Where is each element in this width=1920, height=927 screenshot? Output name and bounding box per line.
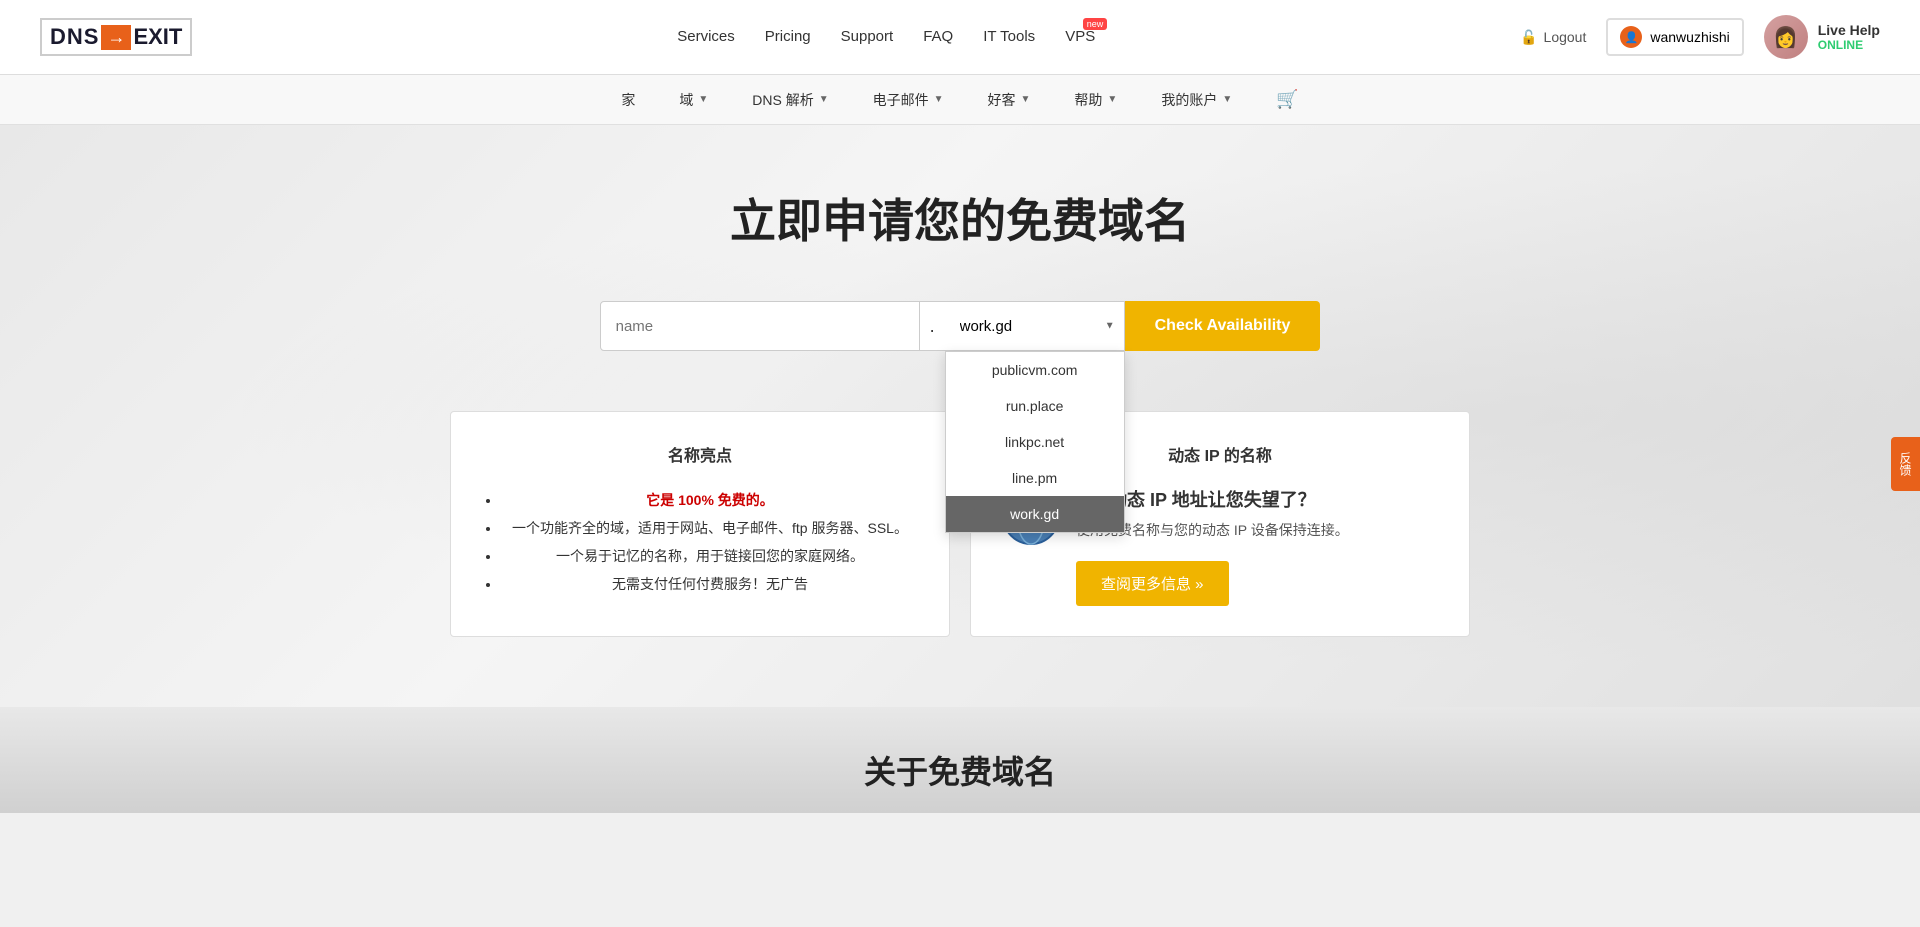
logo-exit-text: EXIT <box>133 24 182 50</box>
hosting-label: 好客 <box>988 90 1016 110</box>
username-label: wanwuzhishi <box>1650 29 1729 45</box>
live-help-button[interactable]: 👩 Live Help ONLINE <box>1764 15 1880 59</box>
logo-dns-text: DNS <box>50 24 99 50</box>
logout-label: Logout <box>1544 29 1587 45</box>
search-bar: . publicvm.com run.place linkpc.net line… <box>20 301 1900 351</box>
logo-area: DNS → EXIT <box>40 18 192 56</box>
top-nav-links: Services Pricing Support FAQ IT Tools VP… <box>677 28 1095 46</box>
more-info-button[interactable]: 查阅更多信息 » <box>1076 561 1229 606</box>
hero-section: 立即申请您的免费域名 . publicvm.com run.place link… <box>0 125 1920 707</box>
top-nav-right: 🔓 Logout 👤 wanwuzhishi 👩 Live Help ONLIN… <box>1520 15 1880 59</box>
logout-button[interactable]: 🔓 Logout <box>1520 29 1586 46</box>
feature-highlight-text: 它是 100% 免费的。 <box>646 492 774 508</box>
help-label: 帮助 <box>1074 90 1102 110</box>
feature-item-3: 一个易于记忆的名称，用于链接回您的家庭网络。 <box>501 542 919 570</box>
live-help-title: Live Help <box>1818 22 1880 38</box>
feature-item-4: 无需支付任何付费服务！无广告 <box>501 570 919 598</box>
dot-separator: . <box>920 301 945 351</box>
secondary-navigation: 家 域 ▼ DNS 解析 ▼ 电子邮件 ▼ 好客 ▼ 帮助 ▼ 我的账户 ▼ 🛒 <box>0 75 1920 125</box>
live-help-avatar: 👩 <box>1764 15 1808 59</box>
nav-faq[interactable]: FAQ <box>923 28 953 46</box>
dropdown-option-publicvm[interactable]: publicvm.com <box>946 352 1124 388</box>
logo[interactable]: DNS → EXIT <box>40 18 192 56</box>
dns-label: DNS 解析 <box>752 90 813 110</box>
nav-pricing[interactable]: Pricing <box>765 28 811 46</box>
nav-it-tools[interactable]: IT Tools <box>983 28 1035 46</box>
live-help-text: Live Help ONLINE <box>1818 22 1880 52</box>
sec-nav-help[interactable]: 帮助 ▼ <box>1052 75 1139 125</box>
sec-nav-domain[interactable]: 域 ▼ <box>657 75 730 125</box>
domain-extension-select[interactable]: publicvm.com run.place linkpc.net line.p… <box>945 301 1125 351</box>
domain-label: 域 <box>679 90 693 110</box>
sec-nav-email[interactable]: 电子邮件 ▼ <box>851 75 966 125</box>
features-card-title: 名称亮点 <box>481 442 919 466</box>
dns-chevron-icon: ▼ <box>819 94 829 105</box>
domain-dropdown-menu: publicvm.com run.place linkpc.net line.p… <box>945 351 1125 533</box>
features-card: 名称亮点 它是 100% 免费的。 一个功能齐全的域，适用于网站、电子邮件、ft… <box>450 411 950 637</box>
sec-nav-home[interactable]: 家 <box>599 75 657 125</box>
dropdown-option-runplace[interactable]: run.place <box>946 388 1124 424</box>
live-help-status: ONLINE <box>1818 38 1880 52</box>
home-label: 家 <box>621 90 635 110</box>
vps-new-badge: new <box>1083 18 1108 30</box>
nav-services[interactable]: Services <box>677 28 735 46</box>
sec-nav-hosting[interactable]: 好客 ▼ <box>966 75 1053 125</box>
nav-support[interactable]: Support <box>841 28 894 46</box>
feature-item-1: 它是 100% 免费的。 <box>501 486 919 514</box>
nav-vps[interactable]: VPS new <box>1065 28 1095 46</box>
bottom-section: 关于免费域名 <box>0 707 1920 813</box>
account-label: 我的账户 <box>1161 90 1217 110</box>
account-chevron-icon: ▼ <box>1222 94 1232 105</box>
sec-nav-cart[interactable]: 🛒 <box>1254 75 1320 125</box>
logout-icon: 🔓 <box>1520 29 1537 46</box>
domain-name-input[interactable] <box>600 301 920 351</box>
top-navigation: DNS → EXIT Services Pricing Support FAQ … <box>0 0 1920 75</box>
sec-nav-account[interactable]: 我的账户 ▼ <box>1139 75 1254 125</box>
dropdown-option-workgd[interactable]: work.gd <box>946 496 1124 532</box>
user-account-button[interactable]: 👤 wanwuzhishi <box>1606 18 1743 56</box>
bottom-title: 关于免费域名 <box>160 747 1760 793</box>
domain-chevron-icon: ▼ <box>698 94 708 105</box>
dropdown-option-linepm[interactable]: line.pm <box>946 460 1124 496</box>
help-chevron-icon: ▼ <box>1107 94 1117 105</box>
feature-item-2: 一个功能齐全的域，适用于网站、电子邮件、ftp 服务器、SSL。 <box>501 514 919 542</box>
check-availability-button[interactable]: Check Availability <box>1125 301 1321 351</box>
email-chevron-icon: ▼ <box>934 94 944 105</box>
hosting-chevron-icon: ▼ <box>1021 94 1031 105</box>
hero-title: 立即申请您的免费域名 <box>20 185 1900 251</box>
dropdown-option-linkpc[interactable]: linkpc.net <box>946 424 1124 460</box>
user-icon: 👤 <box>1620 26 1642 48</box>
feedback-button[interactable]: 反馈 <box>1891 437 1920 491</box>
email-label: 电子邮件 <box>873 90 929 110</box>
cart-icon: 🛒 <box>1276 89 1298 110</box>
features-list: 它是 100% 免费的。 一个功能齐全的域，适用于网站、电子邮件、ftp 服务器… <box>481 486 919 598</box>
domain-select-wrapper: publicvm.com run.place linkpc.net line.p… <box>945 301 1125 351</box>
sec-nav-dns[interactable]: DNS 解析 ▼ <box>730 75 850 125</box>
logo-arrow-icon: → <box>101 25 131 50</box>
